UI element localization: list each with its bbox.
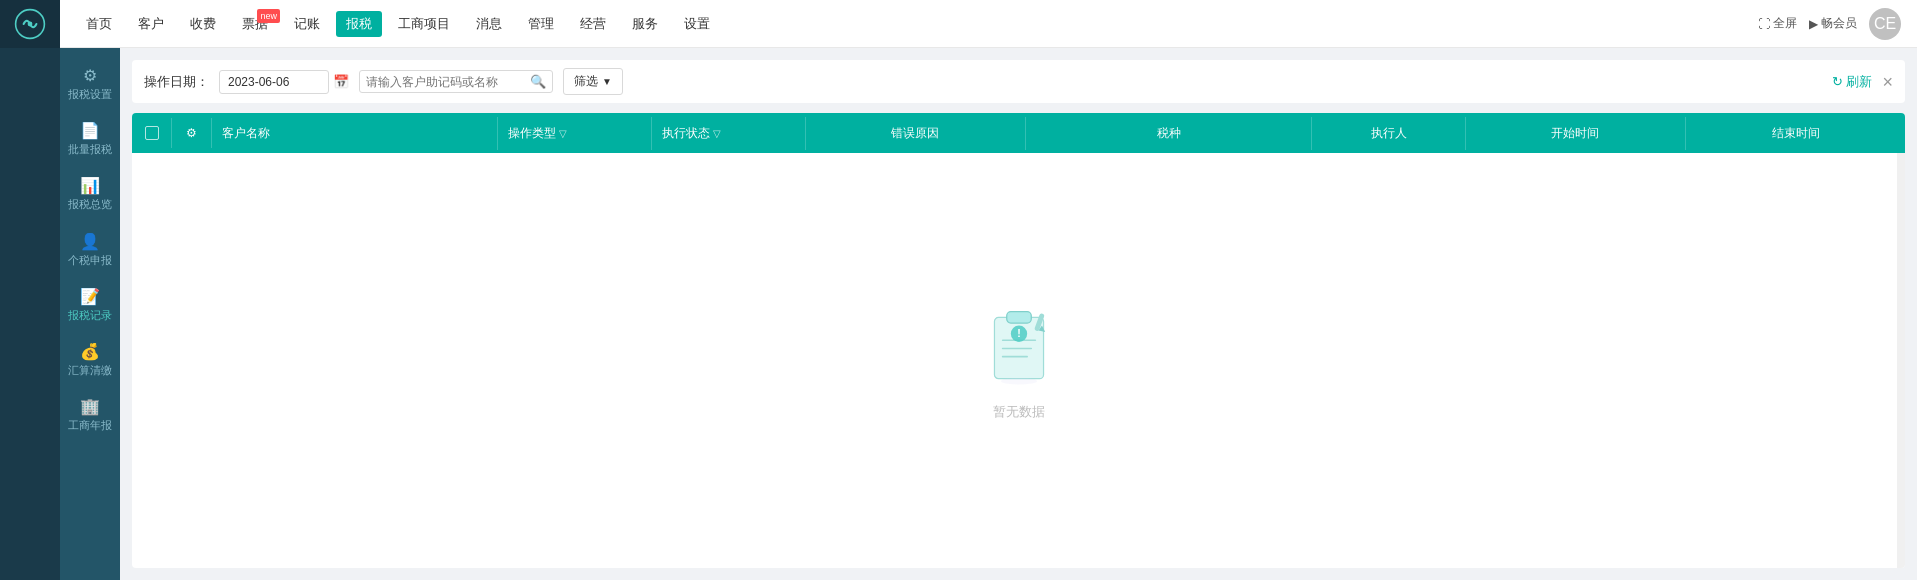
nav-right: ⛶ 全屏 ▶ 畅会员 CE: [1758, 8, 1901, 40]
top-navigation: 首页 客户 收费 票据 new 记账 报税 工商项目 消息 管理 经营 服务 设…: [60, 0, 1917, 48]
sub-item-annual-report[interactable]: 🏢 工商年报: [60, 387, 120, 442]
th-error-reason: 错误原因: [806, 117, 1026, 150]
refresh-label: 刷新: [1846, 73, 1872, 91]
member-button[interactable]: ▶ 畅会员: [1809, 15, 1857, 32]
sub-item-batch-tax-label: 批量报税: [68, 143, 112, 156]
th-executor: 执行人: [1312, 117, 1466, 150]
table-container: ⚙ 客户名称 操作类型 ▽ 执行状态 ▽ 错误原因: [132, 113, 1905, 568]
filter-button[interactable]: 筛选 ▼: [563, 68, 623, 95]
member-label: 畅会员: [1821, 15, 1857, 32]
annual-settlement-icon: 💰: [80, 342, 100, 361]
invoice-badge: new: [257, 9, 280, 23]
sub-item-tax-overview[interactable]: 📊 报税总览: [60, 166, 120, 221]
main-wrapper: 首页 客户 收费 票据 new 记账 报税 工商项目 消息 管理 经营 服务 设…: [60, 0, 1917, 580]
batch-tax-icon: 📄: [80, 121, 100, 140]
nav-client[interactable]: 客户: [128, 11, 174, 37]
nav-fee[interactable]: 收费: [180, 11, 226, 37]
annual-report-icon: 🏢: [80, 397, 100, 416]
table-body: ! 暂无数据: [132, 153, 1905, 568]
nav-business[interactable]: 工商项目: [388, 11, 460, 37]
nav-message[interactable]: 消息: [466, 11, 512, 37]
app-logo: [0, 0, 60, 48]
nav-tax[interactable]: 报税: [336, 11, 382, 37]
main-panel: 操作日期： 📅 🔍 筛选 ▼ ↻ 刷新 ×: [120, 48, 1917, 580]
refresh-icon: ↻: [1832, 74, 1843, 89]
svg-rect-3: [1006, 311, 1031, 322]
search-icon[interactable]: 🔍: [530, 74, 546, 89]
video-icon: ▶: [1809, 17, 1818, 31]
svg-point-11: [1001, 377, 1037, 384]
sub-item-tax-records-label: 报税记录: [68, 309, 112, 322]
close-button[interactable]: ×: [1882, 73, 1893, 91]
fullscreen-label: 全屏: [1773, 15, 1797, 32]
sub-item-annual-settlement[interactable]: 💰 汇算清缴: [60, 332, 120, 387]
nav-invoice[interactable]: 票据 new: [232, 11, 278, 37]
nav-bookkeeping[interactable]: 记账: [284, 11, 330, 37]
fullscreen-button[interactable]: ⛶ 全屏: [1758, 15, 1797, 32]
empty-illustration: !: [974, 301, 1064, 391]
sub-item-annual-report-label: 工商年报: [68, 419, 112, 432]
nav-manage[interactable]: 管理: [518, 11, 564, 37]
avatar[interactable]: CE: [1869, 8, 1901, 40]
th-end-time: 结束时间: [1686, 117, 1905, 150]
calendar-icon: 📅: [333, 74, 349, 89]
select-all-checkbox[interactable]: [145, 126, 159, 140]
nav-home[interactable]: 首页: [76, 11, 122, 37]
refresh-button[interactable]: ↻ 刷新: [1832, 73, 1872, 91]
th-tax-type: 税种: [1026, 117, 1312, 150]
empty-text: 暂无数据: [993, 403, 1045, 421]
th-gear[interactable]: ⚙: [172, 118, 212, 148]
fullscreen-icon: ⛶: [1758, 17, 1770, 31]
empty-state: ! 暂无数据: [954, 281, 1084, 441]
th-exec-status: 执行状态 ▽: [652, 117, 806, 150]
page-content: ⚙ 报税设置 📄 批量报税 📊 报税总览 👤 个税申报 📝 报税记录 💰: [60, 48, 1917, 580]
gear-icon: ⚙: [186, 126, 197, 140]
nav-service[interactable]: 服务: [622, 11, 668, 37]
date-input-wrap: 📅: [219, 70, 349, 94]
sub-item-batch-tax[interactable]: 📄 批量报税: [60, 111, 120, 166]
main-sidebar: [0, 0, 60, 580]
search-wrap: 🔍: [359, 70, 553, 93]
search-input[interactable]: [366, 75, 526, 89]
sub-item-tax-overview-label: 报税总览: [68, 198, 112, 211]
th-op-type: 操作类型 ▽: [498, 117, 652, 150]
sub-item-annual-settlement-label: 汇算清缴: [68, 364, 112, 377]
exec-status-filter-icon[interactable]: ▽: [713, 128, 721, 139]
th-checkbox: [132, 118, 172, 148]
tax-overview-icon: 📊: [80, 176, 100, 195]
sub-item-tax-settings[interactable]: ⚙ 报税设置: [60, 56, 120, 111]
th-client: 客户名称: [212, 117, 498, 150]
date-label: 操作日期：: [144, 73, 209, 91]
sub-item-tax-records[interactable]: 📝 报税记录: [60, 277, 120, 332]
filter-label: 筛选: [574, 73, 598, 90]
svg-text:!: !: [1017, 327, 1021, 339]
sub-item-personal-tax-label: 个税申报: [68, 254, 112, 267]
tax-records-icon: 📝: [80, 287, 100, 306]
sub-item-tax-settings-label: 报税设置: [68, 88, 112, 101]
personal-tax-icon: 👤: [80, 232, 100, 251]
scroll-bar[interactable]: [1897, 153, 1905, 568]
toolbar: 操作日期： 📅 🔍 筛选 ▼ ↻ 刷新 ×: [132, 60, 1905, 103]
table-header: ⚙ 客户名称 操作类型 ▽ 执行状态 ▽ 错误原因: [132, 113, 1905, 153]
nav-settings[interactable]: 设置: [674, 11, 720, 37]
date-input[interactable]: [219, 70, 329, 94]
tax-settings-icon: ⚙: [83, 66, 97, 85]
nav-items: 首页 客户 收费 票据 new 记账 报税 工商项目 消息 管理 经营 服务 设…: [76, 11, 1758, 37]
sub-sidebar: ⚙ 报税设置 📄 批量报税 📊 报税总览 👤 个税申报 📝 报税记录 💰: [60, 48, 120, 580]
sub-item-personal-tax[interactable]: 👤 个税申报: [60, 222, 120, 277]
nav-operation[interactable]: 经营: [570, 11, 616, 37]
op-type-filter-icon[interactable]: ▽: [559, 128, 567, 139]
th-start-time: 开始时间: [1466, 117, 1686, 150]
svg-point-1: [28, 22, 33, 27]
chevron-down-icon: ▼: [602, 76, 612, 87]
